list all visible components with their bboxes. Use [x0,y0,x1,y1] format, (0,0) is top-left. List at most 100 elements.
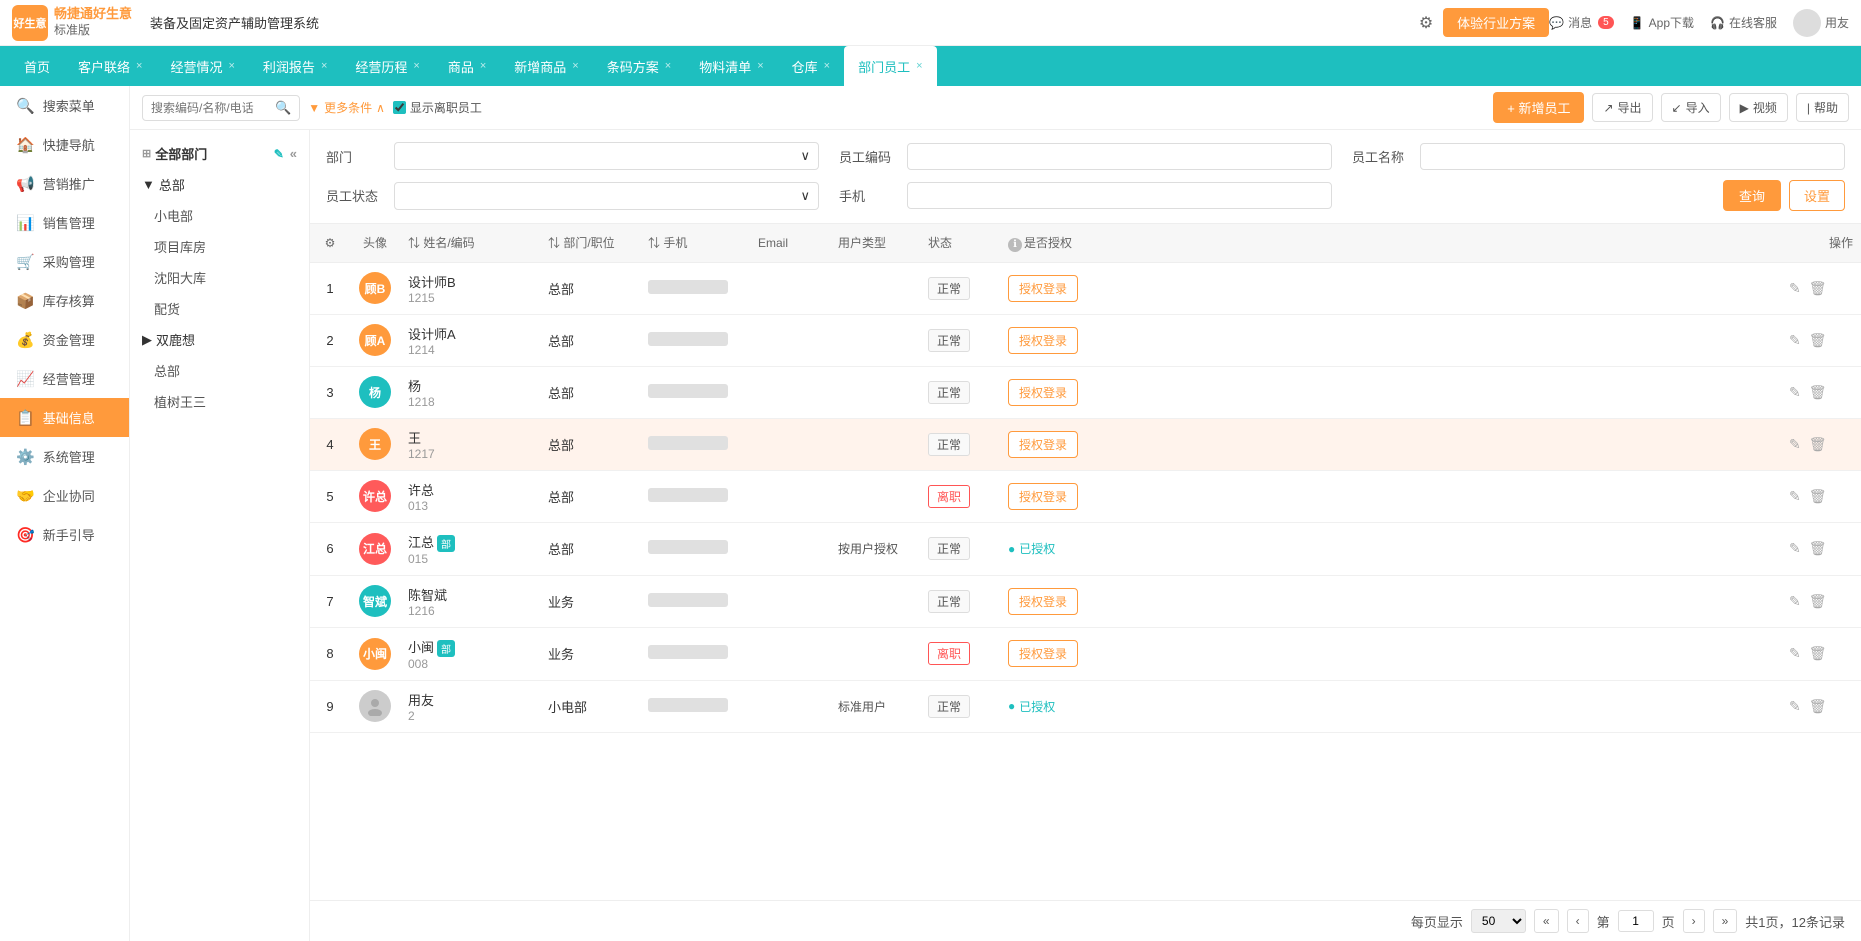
phone-input[interactable] [907,182,1332,209]
close-icon[interactable]: × [321,60,327,72]
dept-edit-icon[interactable]: ✎ [274,147,284,161]
query-button[interactable]: 查询 [1723,180,1781,211]
dept-select[interactable]: ∨ [394,142,819,170]
row-auth[interactable]: 授权登录 [1000,627,1120,680]
search-box[interactable]: 🔍 [142,95,300,121]
dept-group-shuangluxiang[interactable]: ▶ 双鹿想 [130,324,309,355]
close-icon[interactable]: × [413,60,419,72]
tab-employees[interactable]: 部门员工 × [844,46,936,86]
tab-bom[interactable]: 物料清单 × [685,46,777,86]
row-auth[interactable]: 授权登录 [1000,366,1120,418]
import-button[interactable]: ↙ 导入 [1661,93,1721,122]
close-icon[interactable]: × [757,60,763,72]
per-page-select[interactable]: 50 20 100 [1471,909,1526,933]
th-phone[interactable]: ⇅ 手机 [640,224,750,262]
sidebar-item-sales[interactable]: 📊 销售管理 [0,203,129,242]
th-dept[interactable]: ⇅ 部门/职位 [540,224,640,262]
sidebar-item-marketing[interactable]: 📢 营销推广 [0,164,129,203]
tab-barcode[interactable]: 条码方案 × [593,46,685,86]
sidebar-item-guide[interactable]: 🎯 新手引导 [0,515,129,554]
filter-button[interactable]: ▼ 更多条件 ∧ [308,99,385,116]
trial-button[interactable]: 体验行业方案 [1443,8,1549,37]
tab-profit[interactable]: 利润报告 × [249,46,341,86]
row-auth[interactable]: 授权登录 [1000,418,1120,470]
service-button[interactable]: 🎧 在线客服 [1710,14,1777,31]
edit-icon[interactable]: ✎ [1789,384,1801,401]
auth-login-button[interactable]: 授权登录 [1008,275,1078,302]
dept-collapse-icon[interactable]: « [290,146,297,161]
sidebar-item-nav[interactable]: 🏠 快捷导航 [0,125,129,164]
close-icon[interactable]: × [228,60,234,72]
tab-new-goods[interactable]: 新增商品 × [500,46,592,86]
empcode-input[interactable] [907,143,1332,170]
sidebar-item-inventory[interactable]: 📦 库存核算 [0,281,129,320]
page-input[interactable] [1618,910,1654,932]
dept-item-xiaodiandu[interactable]: 小电部 [130,200,309,231]
dept-item-zongbu[interactable]: 总部 [130,355,309,386]
dept-item-plant[interactable]: 植树王三 [130,386,309,417]
sidebar-item-system[interactable]: ⚙️ 系统管理 [0,437,129,476]
delete-icon[interactable]: 🗑 [1809,645,1827,662]
close-icon[interactable]: × [916,60,922,72]
auth-login-button[interactable]: 授权登录 [1008,379,1078,406]
auth-login-button[interactable]: 授权登录 [1008,640,1078,667]
tab-history[interactable]: 经营历程 × [341,46,433,86]
edit-icon[interactable]: ✎ [1789,436,1801,453]
sidebar-item-basic[interactable]: 📋 基础信息 [0,398,129,437]
dept-item-shenyang[interactable]: 沈阳大库 [130,262,309,293]
edit-icon[interactable]: ✎ [1789,488,1801,505]
close-icon[interactable]: × [824,60,830,72]
sidebar-item-mgmt[interactable]: 📈 经营管理 [0,359,129,398]
delete-icon[interactable]: 🗑 [1809,593,1827,610]
tab-home[interactable]: 首页 [10,46,64,86]
auth-login-button[interactable]: 授权登录 [1008,483,1078,510]
search-input[interactable] [151,101,271,115]
help-button[interactable]: | 帮助 [1796,93,1849,122]
prev-page-button[interactable]: ‹ [1567,909,1589,933]
edit-icon[interactable]: ✎ [1789,698,1801,715]
last-page-button[interactable]: » [1713,909,1738,933]
row-auth[interactable]: 授权登录 [1000,314,1120,366]
sidebar-item-finance[interactable]: 💰 资金管理 [0,320,129,359]
tab-warehouse[interactable]: 仓库 × [778,46,844,86]
user-area[interactable]: 用友 [1793,9,1849,37]
tab-business[interactable]: 经营情况 × [156,46,248,86]
edit-icon[interactable]: ✎ [1789,645,1801,662]
close-icon[interactable]: × [480,60,486,72]
next-page-button[interactable]: › [1683,909,1705,933]
app-download-button[interactable]: 📱 App下载 [1630,14,1694,31]
close-icon[interactable]: × [572,60,578,72]
auth-login-button[interactable]: 授权登录 [1008,588,1078,615]
view-button[interactable]: ▶ 视频 [1729,93,1788,122]
set-button[interactable]: 设置 [1789,180,1845,211]
th-settings[interactable]: ⚙ [310,224,350,262]
close-icon[interactable]: × [665,60,671,72]
delete-icon[interactable]: 🗑 [1809,332,1827,349]
status-select[interactable]: ∨ [394,182,819,210]
sidebar-item-collab[interactable]: 🤝 企业协同 [0,476,129,515]
export-button[interactable]: ↗ 导出 [1592,93,1652,122]
show-resigned-toggle[interactable]: 显示离职员工 [393,99,482,116]
tab-goods[interactable]: 商品 × [434,46,500,86]
empname-input[interactable] [1420,143,1845,170]
sidebar-item-search[interactable]: 🔍 搜索菜单 [0,86,129,125]
delete-icon[interactable]: 🗑 [1809,698,1827,715]
show-resigned-checkbox[interactable] [393,101,406,114]
delete-icon[interactable]: 🗑 [1809,540,1827,557]
dept-item-peihuo[interactable]: 配货 [130,293,309,324]
dept-item-projroom[interactable]: 项目库房 [130,231,309,262]
delete-icon[interactable]: 🗑 [1809,384,1827,401]
row-auth[interactable]: 授权登录 [1000,575,1120,627]
dept-group-head[interactable]: ▼ 总部 [130,169,309,200]
tab-customer[interactable]: 客户联络 × [64,46,156,86]
delete-icon[interactable]: 🗑 [1809,280,1827,297]
gear-icon[interactable]: ⚙ [1419,13,1433,33]
close-icon[interactable]: × [136,60,142,72]
msg-button[interactable]: 💬 消息 5 [1549,14,1614,31]
edit-icon[interactable]: ✎ [1789,593,1801,610]
th-name[interactable]: ⇅ 姓名/编码 [400,224,540,262]
edit-icon[interactable]: ✎ [1789,280,1801,297]
edit-icon[interactable]: ✎ [1789,332,1801,349]
delete-icon[interactable]: 🗑 [1809,436,1827,453]
add-employee-button[interactable]: + 新增员工 [1493,92,1584,123]
